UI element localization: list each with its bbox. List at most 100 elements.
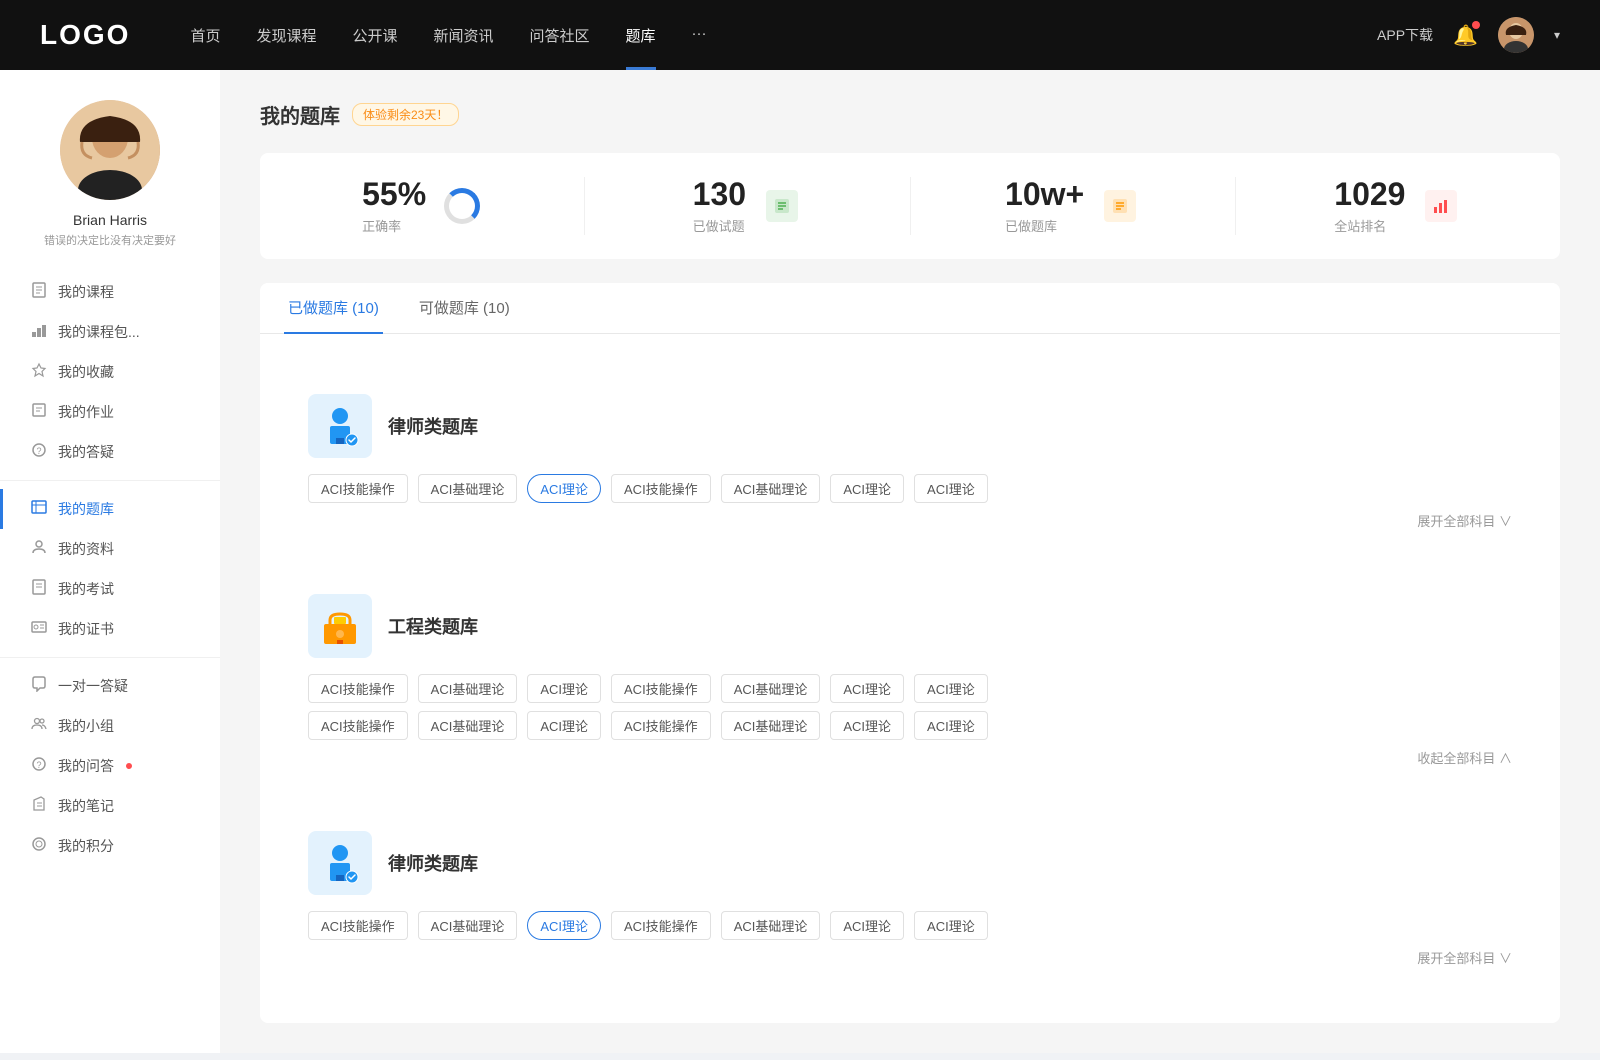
exams-icon [30,579,48,599]
qbank-3-expand[interactable]: 展开全部科目 ∨ [308,948,1512,967]
stats-row: 55% 正确率 130 已做试题 [260,153,1560,259]
svg-text:?: ? [36,760,41,770]
qbank-card-1: 律师类题库 ACI技能操作 ACI基础理论 ACI理论 ACI技能操作 ACI基… [284,370,1536,554]
nav-link-qa[interactable]: 问答社区 [530,25,590,46]
nav-logo: LOGO [40,19,130,51]
qbank-2-tag-r1-6[interactable]: ACI理论 [914,674,988,703]
qbank-3-tag-5[interactable]: ACI理论 [830,911,904,940]
qbank-2-tag-r2-6[interactable]: ACI理论 [914,711,988,740]
qbank-3-icon [308,831,372,895]
qbank-1-tag-1[interactable]: ACI基础理论 [418,474,518,503]
sidebar-item-my-courses[interactable]: 我的课程 [0,272,220,312]
svg-text:?: ? [36,446,41,456]
sidebar-item-questions[interactable]: ? 我的答疑 [0,432,220,472]
sidebar-item-notes[interactable]: 我的笔记 [0,786,220,826]
qbank-2-title: 工程类题库 [388,613,478,639]
qbank-1-tag-6[interactable]: ACI理论 [914,474,988,503]
sidebar-item-points[interactable]: 我的积分 [0,826,220,866]
my-courses-icon [30,282,48,302]
sidebar-label-tutoring: 一对一答疑 [58,676,128,696]
sidebar-item-groups[interactable]: 我的小组 [0,706,220,746]
sidebar-item-homework[interactable]: 我的作业 [0,392,220,432]
profile-avatar [60,100,160,200]
tutoring-icon [30,676,48,696]
sidebar-label-exams: 我的考试 [58,579,114,599]
user-dropdown-arrow[interactable]: ▾ [1554,28,1560,42]
qbank-1-tag-4[interactable]: ACI基础理论 [721,474,821,503]
main-content: 我的题库 体验剩余23天！ 55% 正确率 130 已做试题 [220,70,1600,1053]
qbank-3-tag-1[interactable]: ACI基础理论 [418,911,518,940]
qbank-2-tag-r2-1[interactable]: ACI基础理论 [418,711,518,740]
sidebar-label-my-courses: 我的课程 [58,282,114,302]
nav-link-more[interactable]: ··· [692,25,707,46]
nav-link-discover[interactable]: 发现课程 [256,25,316,46]
nav-link-news[interactable]: 新闻资讯 [434,25,494,46]
sidebar-item-tutoring[interactable]: 一对一答疑 [0,666,220,706]
qbank-list: 律师类题库 ACI技能操作 ACI基础理论 ACI理论 ACI技能操作 ACI基… [260,354,1560,1023]
sidebar-item-my-packages[interactable]: 我的课程包... [0,312,220,352]
sidebar-label-certificates: 我的证书 [58,619,114,639]
qbank-2-tag-r1-4[interactable]: ACI基础理论 [721,674,821,703]
sidebar-item-favorites[interactable]: 我的收藏 [0,352,220,392]
qbank-2-tag-r2-4[interactable]: ACI基础理论 [721,711,821,740]
qbank-3-tag-4[interactable]: ACI基础理论 [721,911,821,940]
qbank-2-tag-r2-0[interactable]: ACI技能操作 [308,711,408,740]
qbank-1-tag-2[interactable]: ACI理论 [527,474,601,503]
orange-list-icon [1104,190,1136,222]
my-packages-icon [30,322,48,342]
stat-done-banks-text: 10w+ 已做题库 [1005,177,1084,235]
qa-badge [126,763,132,769]
nav-right: APP下载 🔔 ▾ [1377,17,1560,53]
sidebar-label-qbank: 我的题库 [58,499,114,519]
qbank-2-tag-r2-3[interactable]: ACI技能操作 [611,711,711,740]
qbank-2-tag-r2-2[interactable]: ACI理论 [527,711,601,740]
qbank-1-tag-3[interactable]: ACI技能操作 [611,474,711,503]
tab-done-banks[interactable]: 已做题库 (10) [284,283,383,334]
app-download-button[interactable]: APP下载 [1377,25,1433,45]
nav-link-home[interactable]: 首页 [190,25,220,46]
stat-site-rank-icon [1421,186,1461,226]
profile-icon [30,539,48,559]
sidebar-divider-1 [0,480,220,481]
user-avatar[interactable] [1498,17,1534,53]
stat-site-rank-label: 全站排名 [1334,216,1405,235]
qbank-3-tag-3[interactable]: ACI技能操作 [611,911,711,940]
qbank-2-tag-r1-5[interactable]: ACI理论 [830,674,904,703]
sidebar-item-certificates[interactable]: 我的证书 [0,609,220,649]
sidebar-item-profile[interactable]: 我的资料 [0,529,220,569]
sidebar: Brian Harris 错误的决定比没有决定要好 我的课程 我的课程包... … [0,70,220,1053]
qbank-1-expand[interactable]: 展开全部科目 ∨ [308,511,1512,530]
stat-done-questions-label: 已做试题 [693,216,746,235]
sidebar-label-points: 我的积分 [58,836,114,856]
page-title: 我的题库 [260,100,340,129]
qbank-1-tag-0[interactable]: ACI技能操作 [308,474,408,503]
notification-bell[interactable]: 🔔 [1453,23,1478,48]
nav-link-qbank[interactable]: 题库 [626,25,656,46]
qbank-card-2: 工程类题库 ACI技能操作 ACI基础理论 ACI理论 ACI技能操作 ACI基… [284,570,1536,791]
qbank-2-tag-r1-3[interactable]: ACI技能操作 [611,674,711,703]
qbank-2-tag-r1-1[interactable]: ACI基础理论 [418,674,518,703]
qbank-3-tag-0[interactable]: ACI技能操作 [308,911,408,940]
sidebar-item-exams[interactable]: 我的考试 [0,569,220,609]
qbank-3-tag-6[interactable]: ACI理论 [914,911,988,940]
sidebar-menu: 我的课程 我的课程包... 我的收藏 我的作业 [0,272,220,866]
sidebar-item-qbank[interactable]: 我的题库 [0,489,220,529]
tab-available-banks[interactable]: 可做题库 (10) [415,283,514,334]
qbank-2-tag-r1-2[interactable]: ACI理论 [527,674,601,703]
qbank-1-tag-5[interactable]: ACI理论 [830,474,904,503]
trial-badge: 体验剩余23天！ [352,103,459,126]
qbank-3-tag-2[interactable]: ACI理论 [527,911,601,940]
red-chart-icon [1425,190,1457,222]
page-layout: Brian Harris 错误的决定比没有决定要好 我的课程 我的课程包... … [0,70,1600,1053]
nav-link-opencourse[interactable]: 公开课 [352,25,397,46]
qbank-2-tag-r1-0[interactable]: ACI技能操作 [308,674,408,703]
stat-site-rank-text: 1029 全站排名 [1334,177,1405,235]
qbank-1-tags: ACI技能操作 ACI基础理论 ACI理论 ACI技能操作 ACI基础理论 AC… [308,474,1512,503]
qbank-2-collapse[interactable]: 收起全部科目 ∧ [308,748,1512,767]
qbank-2-tag-r2-5[interactable]: ACI理论 [830,711,904,740]
navbar: LOGO 首页 发现课程 公开课 新闻资讯 问答社区 题库 ··· APP下载 … [0,0,1600,70]
stat-done-banks-value: 10w+ [1005,177,1084,212]
sidebar-item-my-qa[interactable]: ? 我的问答 [0,746,220,786]
bell-badge [1472,21,1480,29]
stat-accuracy-icon [442,186,482,226]
